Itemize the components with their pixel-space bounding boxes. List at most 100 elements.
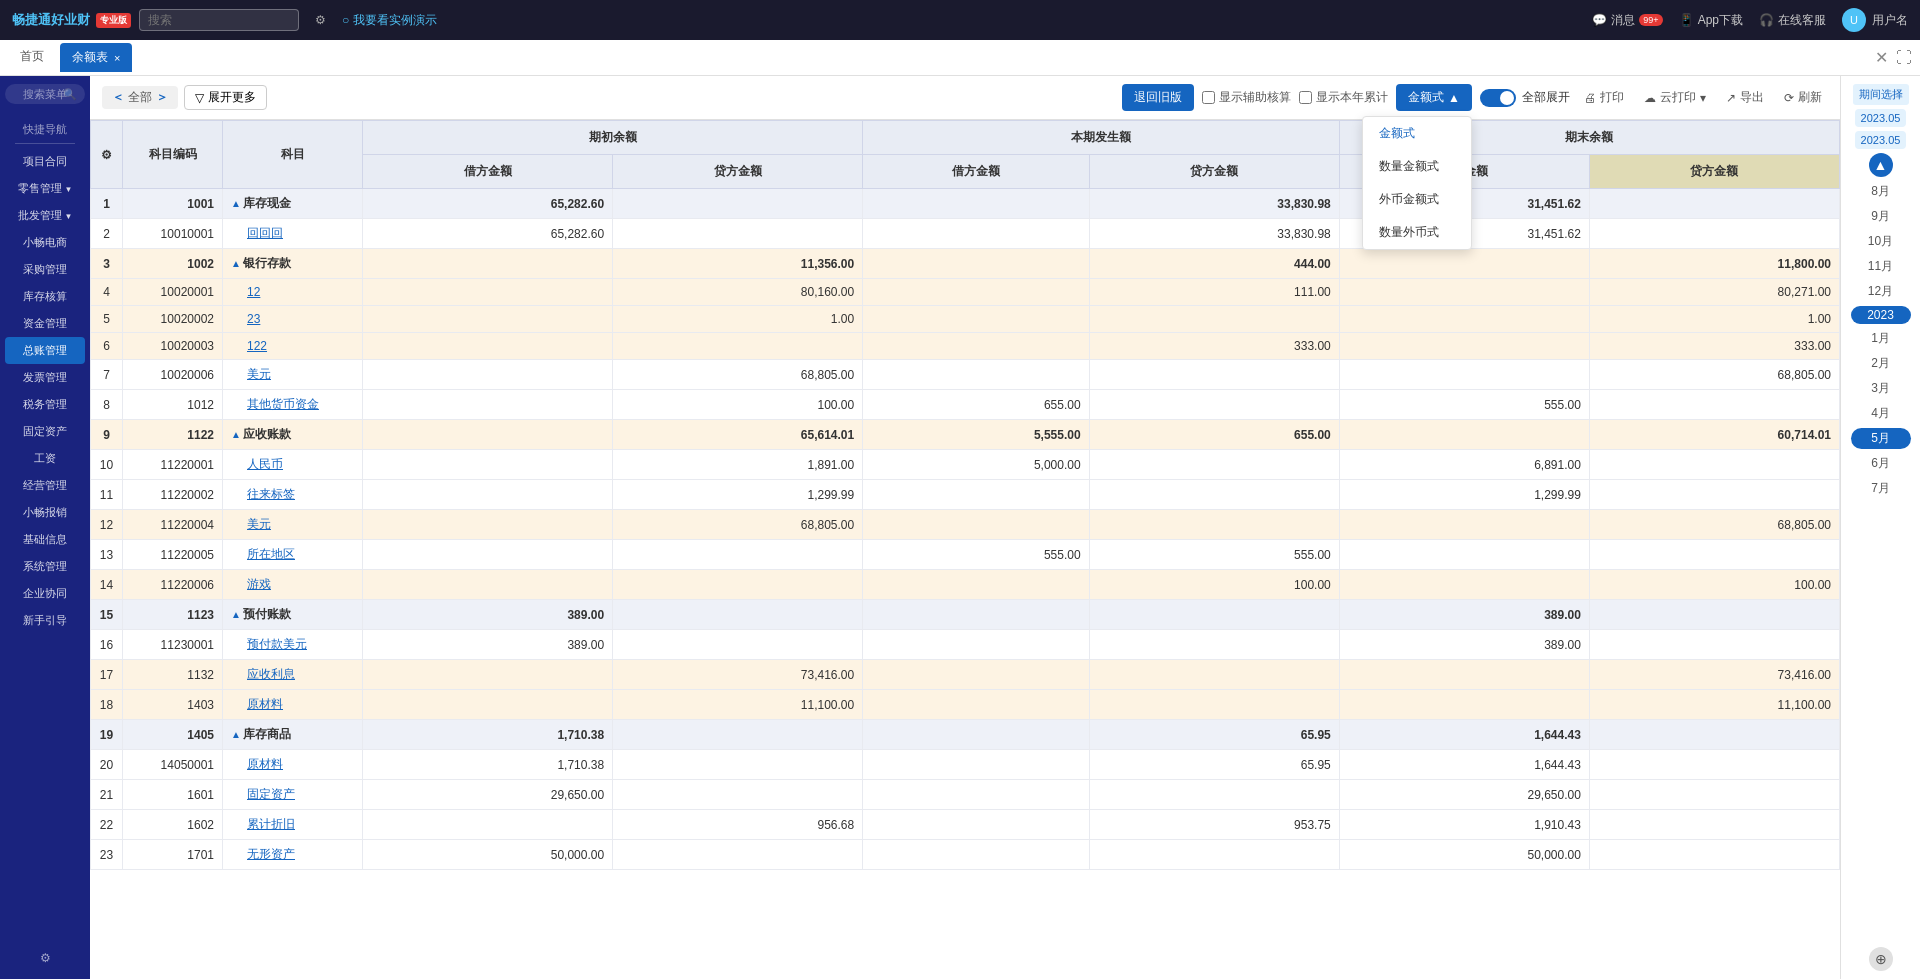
- row-code[interactable]: 11220001: [123, 450, 223, 480]
- dropdown-item-foreign-amount[interactable]: 外币金额式: [1363, 183, 1471, 216]
- top-search-input[interactable]: [139, 9, 299, 31]
- row-code[interactable]: 11230001: [123, 630, 223, 660]
- sidebar-settings-btn[interactable]: ⚙: [5, 945, 85, 971]
- sidebar-item-tax[interactable]: 税务管理: [5, 391, 85, 418]
- table-settings-col[interactable]: ⚙: [91, 121, 123, 189]
- auxiliary-checkbox[interactable]: [1202, 91, 1215, 104]
- row-code[interactable]: 10020006: [123, 360, 223, 390]
- print-btn[interactable]: 🖨 打印: [1578, 86, 1630, 109]
- sidebar-item-wholesale[interactable]: 批发管理 ▼: [5, 202, 85, 229]
- tab-close-btn[interactable]: ×: [114, 52, 120, 64]
- tab-home[interactable]: 首页: [8, 42, 56, 73]
- row-code[interactable]: 1122: [123, 420, 223, 450]
- row-code[interactable]: 11220005: [123, 540, 223, 570]
- period-month-8[interactable]: 8月: [1851, 181, 1911, 202]
- row-code[interactable]: 1002: [123, 249, 223, 279]
- sidebar-item-assets[interactable]: 固定资产: [5, 418, 85, 445]
- period-month-12[interactable]: 12月: [1851, 281, 1911, 302]
- account-link[interactable]: 所在地区: [231, 547, 295, 561]
- period-month-2[interactable]: 2月: [1851, 353, 1911, 374]
- period-month-7[interactable]: 7月: [1851, 478, 1911, 499]
- account-link[interactable]: 应收利息: [231, 667, 295, 681]
- online-service-btn[interactable]: 🎧 在线客服: [1759, 12, 1826, 29]
- row-code[interactable]: 1602: [123, 810, 223, 840]
- collapse-icon[interactable]: ▲: [231, 429, 241, 440]
- account-link[interactable]: 人民币: [231, 457, 283, 471]
- collapse-icon[interactable]: ▲: [231, 198, 241, 209]
- demo-link[interactable]: ○ 我要看实例演示: [342, 12, 437, 29]
- account-link[interactable]: 其他货币资金: [231, 397, 319, 411]
- period-month-4[interactable]: 4月: [1851, 403, 1911, 424]
- account-link[interactable]: 美元: [231, 517, 271, 531]
- dropdown-item-amount[interactable]: 金额式: [1363, 117, 1471, 150]
- sidebar-item-project[interactable]: 项目合同: [5, 148, 85, 175]
- period-month-10[interactable]: 10月: [1851, 231, 1911, 252]
- account-link[interactable]: 回回回: [231, 226, 283, 240]
- account-link[interactable]: 122: [231, 339, 267, 353]
- message-btn[interactable]: 💬 消息 99+: [1592, 12, 1662, 29]
- account-link[interactable]: 23: [231, 312, 260, 326]
- sidebar-item-basic-info[interactable]: 基础信息: [5, 526, 85, 553]
- row-code[interactable]: 1123: [123, 600, 223, 630]
- sidebar-item-inventory[interactable]: 库存核算: [5, 283, 85, 310]
- expand-more-btn[interactable]: ▽ 展开更多: [184, 85, 267, 110]
- row-code[interactable]: 1601: [123, 780, 223, 810]
- row-code[interactable]: 10020003: [123, 333, 223, 360]
- period-row-2[interactable]: 2023.05: [1855, 131, 1907, 149]
- cloud-print-btn[interactable]: ☁ 云打印 ▾: [1638, 86, 1712, 109]
- row-code[interactable]: 11220006: [123, 570, 223, 600]
- row-code[interactable]: 1403: [123, 690, 223, 720]
- account-link[interactable]: 美元: [231, 367, 271, 381]
- period-month-6[interactable]: 6月: [1851, 453, 1911, 474]
- row-code[interactable]: 10020002: [123, 306, 223, 333]
- account-link[interactable]: 往来标签: [231, 487, 295, 501]
- sidebar-item-expense[interactable]: 小畅报销: [5, 499, 85, 526]
- sidebar-item-retail[interactable]: 零售管理 ▼: [5, 175, 85, 202]
- ytd-checkbox[interactable]: [1299, 91, 1312, 104]
- tab-balance-sheet[interactable]: 余额表 ×: [60, 43, 132, 72]
- row-code[interactable]: 10020001: [123, 279, 223, 306]
- toggle-switch-track[interactable]: [1480, 89, 1516, 107]
- sidebar-item-invoice[interactable]: 发票管理: [5, 364, 85, 391]
- period-month-11[interactable]: 11月: [1851, 256, 1911, 277]
- account-link[interactable]: 原材料: [231, 757, 283, 771]
- sidebar-item-system[interactable]: 系统管理: [5, 553, 85, 580]
- collapse-icon[interactable]: ▲: [231, 609, 241, 620]
- period-month-5-active[interactable]: 5月: [1851, 428, 1911, 449]
- account-link[interactable]: 固定资产: [231, 787, 295, 801]
- account-link[interactable]: 游戏: [231, 577, 271, 591]
- dropdown-item-qty-foreign[interactable]: 数量外币式: [1363, 216, 1471, 249]
- sidebar-item-guide[interactable]: 新手引导: [5, 607, 85, 634]
- show-auxiliary-check[interactable]: 显示辅助核算: [1202, 89, 1291, 106]
- app-download-btn[interactable]: 📱 App下载: [1679, 12, 1743, 29]
- dropdown-item-qty-amount[interactable]: 数量金额式: [1363, 150, 1471, 183]
- tab-close-window-btn[interactable]: ✕: [1875, 48, 1888, 67]
- settings-btn[interactable]: ⚙: [307, 9, 334, 31]
- period-month-3[interactable]: 3月: [1851, 378, 1911, 399]
- sidebar-item-ledger[interactable]: 总账管理: [5, 337, 85, 364]
- account-link[interactable]: 原材料: [231, 697, 283, 711]
- row-code[interactable]: 1012: [123, 390, 223, 420]
- row-code[interactable]: 11220004: [123, 510, 223, 540]
- account-link[interactable]: 无形资产: [231, 847, 295, 861]
- row-code[interactable]: 11220002: [123, 480, 223, 510]
- show-ytd-check[interactable]: 显示本年累计: [1299, 89, 1388, 106]
- collapse-icon[interactable]: ▲: [231, 729, 241, 740]
- breadcrumb-back-icon[interactable]: ＜: [112, 89, 124, 106]
- period-month-1[interactable]: 1月: [1851, 328, 1911, 349]
- sidebar-item-capital[interactable]: 资金管理: [5, 310, 85, 337]
- period-up-btn[interactable]: ▲: [1869, 153, 1893, 177]
- row-code[interactable]: 14050001: [123, 750, 223, 780]
- row-code[interactable]: 1405: [123, 720, 223, 750]
- refresh-btn[interactable]: ⟳ 刷新: [1778, 86, 1828, 109]
- period-select-label[interactable]: 期间选择: [1853, 84, 1909, 105]
- period-row-1[interactable]: 2023.05: [1855, 109, 1907, 127]
- period-year-2023[interactable]: 2023: [1851, 306, 1911, 324]
- amount-mode-btn[interactable]: 金额式 ▲: [1396, 84, 1472, 111]
- export-btn[interactable]: ↗ 导出: [1720, 86, 1770, 109]
- user-avatar[interactable]: U 用户名: [1842, 8, 1908, 32]
- row-code[interactable]: 1132: [123, 660, 223, 690]
- collapse-icon[interactable]: ▲: [231, 258, 241, 269]
- period-month-9[interactable]: 9月: [1851, 206, 1911, 227]
- period-down-btn[interactable]: ⊕: [1869, 947, 1893, 971]
